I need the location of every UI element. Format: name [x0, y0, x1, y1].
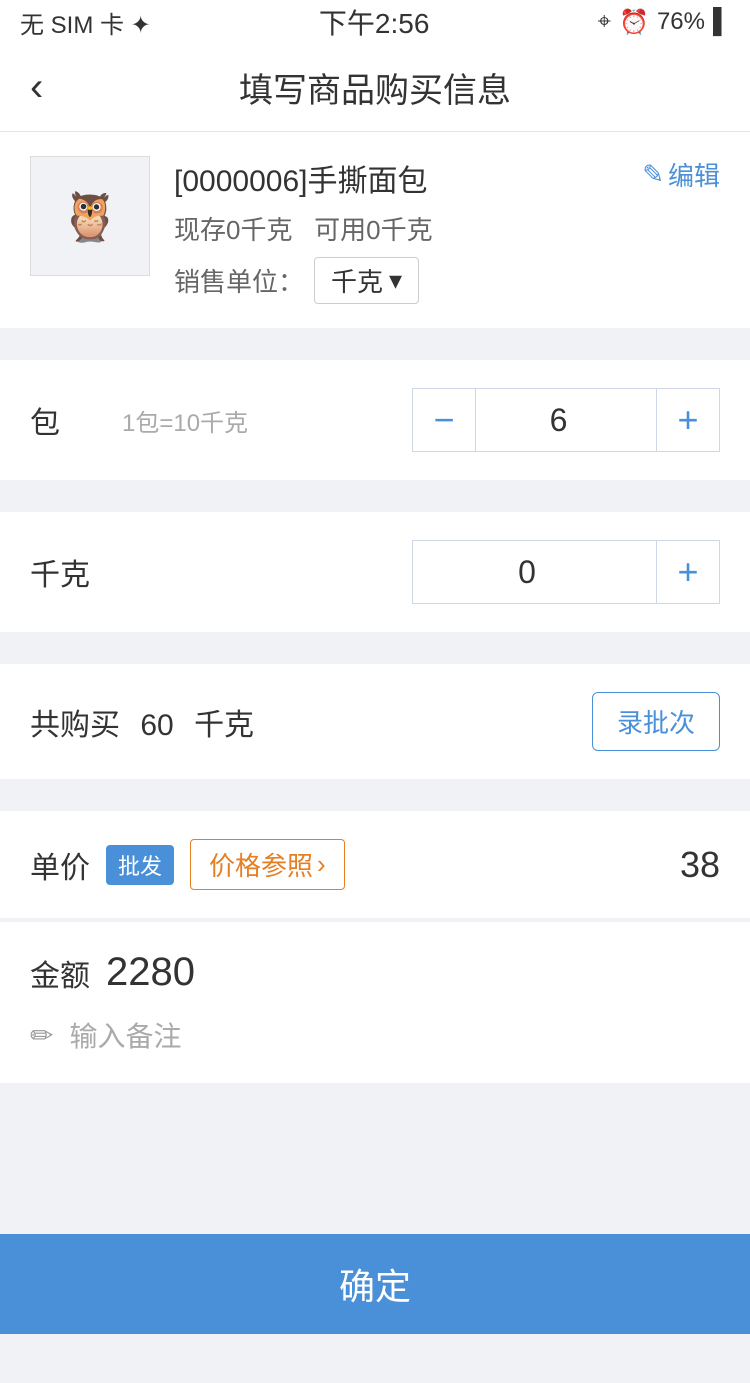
confirm-button-label: 确定: [339, 1258, 411, 1310]
back-button[interactable]: ‹: [30, 65, 43, 110]
product-card: 🦉 [0000006]手撕面包 ✎ 编辑 现存0千克 可用0千克 销售单位： 千…: [0, 132, 750, 328]
page-title: 填写商品购买信息: [239, 63, 511, 112]
kilogram-row: 千克 +: [0, 512, 750, 632]
empty-space: [0, 1083, 750, 1383]
price-tag: 批发: [106, 845, 174, 885]
total-text: 共购买 60 千克: [30, 700, 254, 744]
product-name: [0000006]手撕面包: [174, 156, 427, 200]
unit-select[interactable]: 千克 ▾: [314, 257, 419, 304]
edit-icon: ✎: [642, 159, 664, 190]
alarm-icon: ⏰: [619, 8, 649, 37]
price-label: 单价: [30, 843, 90, 887]
remark-placeholder: 输入备注: [69, 1015, 181, 1055]
status-time: 下午2:56: [319, 2, 430, 42]
price-left: 单价 批发 价格参照 ›: [30, 839, 345, 890]
divider-3: [0, 648, 750, 664]
kilogram-section: 千克 +: [0, 512, 750, 632]
divider-4: [0, 795, 750, 811]
price-ref-button[interactable]: 价格参照 ›: [190, 839, 345, 890]
divider-1: [0, 344, 750, 360]
pencil-icon: ✏: [30, 1019, 53, 1052]
kilogram-quantity-control: +: [412, 540, 720, 604]
status-right: ⌖ ⏰ 76% ▌: [598, 8, 730, 37]
status-left: 无 SIM 卡 ✦: [20, 5, 151, 40]
amount-label: 金额: [30, 951, 90, 995]
confirm-button[interactable]: 确定: [0, 1234, 750, 1334]
price-value: 38: [680, 844, 720, 886]
amount-section: 金额 2280 ✏ 输入备注: [0, 922, 750, 1083]
price-row: 单价 批发 价格参照 › 38: [30, 839, 720, 890]
product-stock: 现存0千克 可用0千克: [174, 210, 720, 247]
total-quantity: 60: [140, 709, 173, 742]
amount-value: 2280: [106, 950, 195, 995]
package-quantity-control: − +: [412, 388, 720, 452]
package-section: 包 1包=10千克 − +: [0, 360, 750, 480]
chevron-right-icon: ›: [317, 849, 326, 880]
total-row: 共购买 60 千克 录批次: [0, 664, 750, 779]
product-info: [0000006]手撕面包 ✎ 编辑 现存0千克 可用0千克 销售单位： 千克 …: [174, 156, 720, 304]
dropdown-icon: ▾: [389, 265, 402, 296]
package-sublabel: 1包=10千克: [122, 403, 412, 438]
remark-row[interactable]: ✏ 输入备注: [30, 1015, 720, 1055]
battery-text: 76%: [657, 8, 705, 36]
package-increment-button[interactable]: +: [656, 388, 720, 452]
carrier-text: 无 SIM 卡 ✦: [20, 5, 151, 40]
batch-button[interactable]: 录批次: [592, 692, 720, 751]
product-thumbnail-icon: 🦉: [60, 188, 120, 245]
amount-row: 金额 2280: [30, 950, 720, 995]
price-section: 单价 批发 价格参照 › 38: [0, 811, 750, 918]
status-bar: 无 SIM 卡 ✦ 下午2:56 ⌖ ⏰ 76% ▌: [0, 0, 750, 44]
product-unit: 销售单位： 千克 ▾: [174, 257, 720, 304]
location-icon: ⌖: [598, 8, 612, 36]
kilogram-increment-button[interactable]: +: [656, 540, 720, 604]
package-row: 包 1包=10千克 − +: [0, 360, 750, 480]
kilogram-label: 千克: [30, 550, 110, 594]
package-input[interactable]: [476, 388, 656, 452]
kilogram-input[interactable]: [412, 540, 656, 604]
product-image: 🦉: [30, 156, 150, 276]
battery-icon: ▌: [713, 8, 730, 36]
nav-bar: ‹ 填写商品购买信息: [0, 44, 750, 132]
package-decrement-button[interactable]: −: [412, 388, 476, 452]
divider-2: [0, 496, 750, 512]
edit-button[interactable]: ✎ 编辑: [642, 156, 720, 193]
package-label: 包: [30, 398, 110, 442]
